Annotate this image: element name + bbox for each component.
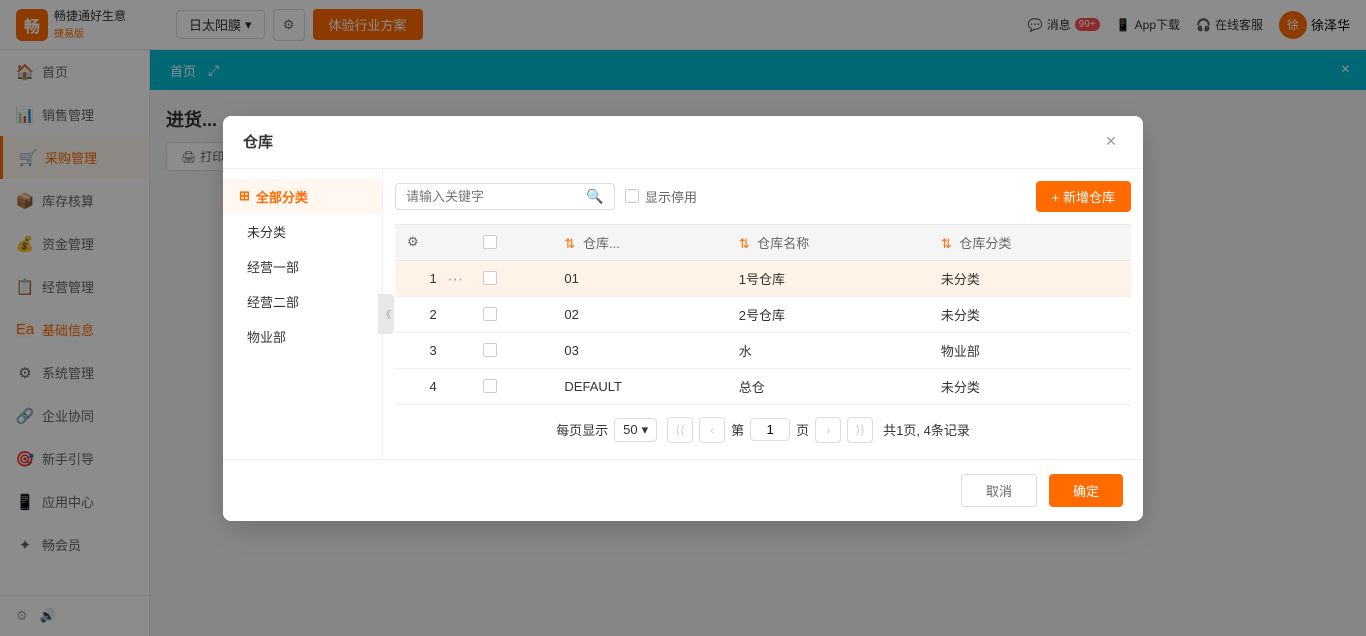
row-select-checkbox[interactable] [483,379,497,393]
per-page-arrow: ▾ [642,422,649,438]
per-page-value: 50 [623,422,637,437]
table-row[interactable]: 3 03 水 物业部 [395,332,1131,368]
category-item-ops1[interactable]: 经营一部 [223,249,382,284]
row-select-checkbox[interactable] [483,271,497,285]
page-input[interactable] [750,418,790,441]
warehouse-table: ⚙ ⇅ 仓库... ⇅ [395,224,1131,405]
prev-icon: ‹ [710,423,714,437]
category-all-label: 全部分类 [256,187,308,206]
row-name: 2号仓库 [727,296,929,332]
col-header-category[interactable]: ⇅ 仓库分类 [929,224,1131,260]
row-checkbox[interactable] [471,332,552,368]
confirm-button[interactable]: 确定 [1049,474,1123,507]
pagination-summary: 共1页, 4条记录 [883,420,970,439]
col-label-category: 仓库分类 [959,236,1011,251]
content-panel: 🔍 显示停用 + 新增仓库 ⚙ [383,169,1143,459]
row-action-dots[interactable]: ··· [447,271,463,289]
row-category: 未分类 [929,368,1131,404]
next-page-button[interactable]: › [815,417,841,443]
warehouse-table-wrapper: ⚙ ⇅ 仓库... ⇅ [395,224,1131,405]
per-page-label: 每页显示 [556,420,608,439]
prev-page-button[interactable]: ‹ [699,417,725,443]
category-panel: ⊞ 全部分类 未分类 经营一部 经营二部 物业部 《 [223,169,383,459]
sort-icon-name: ⇅ [739,236,750,251]
category-all-item[interactable]: ⊞ 全部分类 [223,179,382,214]
category-item-ops2[interactable]: 经营二部 [223,284,382,319]
show-disabled-checkbox[interactable] [625,189,639,203]
row-code: 03 [552,332,726,368]
row-actions[interactable]: 4 [395,368,471,404]
cat-label-1: 经营一部 [247,260,299,275]
search-box[interactable]: 🔍 [395,183,615,210]
row-actions[interactable]: 3 [395,332,471,368]
modal-header: 仓库 × [223,116,1143,169]
per-page-select[interactable]: 50 ▾ [614,418,657,442]
sort-icon-code: ⇅ [564,236,575,251]
row-category: 未分类 [929,260,1131,296]
modal-footer: 取消 确定 [223,459,1143,521]
modal-close-button[interactable]: × [1099,130,1123,154]
add-warehouse-button[interactable]: + 新增仓库 [1036,181,1131,212]
modal-body: ⊞ 全部分类 未分类 经营一部 经营二部 物业部 《 [223,169,1143,459]
last-icon: ⟩⟩ [855,423,864,437]
col-header-checkbox [471,224,552,260]
col-label-name: 仓库名称 [757,236,809,251]
row-code: 02 [552,296,726,332]
modal-overlay: 仓库 × ⊞ 全部分类 未分类 经营一部 经营二部 [0,0,1366,636]
table-row[interactable]: 2 02 2号仓库 未分类 [395,296,1131,332]
first-page-button[interactable]: ⟨⟨ [667,417,693,443]
modal-toolbar-row: 🔍 显示停用 + 新增仓库 [395,181,1131,212]
cat-label-0: 未分类 [247,225,286,240]
pagination-row: 每页显示 50 ▾ ⟨⟨ ‹ 第 [395,405,1131,447]
warehouse-modal: 仓库 × ⊞ 全部分类 未分类 经营一部 经营二部 [223,116,1143,521]
show-disabled-group[interactable]: 显示停用 [625,187,697,206]
page-size-group: 每页显示 50 ▾ [556,418,657,442]
row-checkbox[interactable] [471,260,552,296]
page-label: 第 [731,420,744,439]
table-row[interactable]: 4 DEFAULT 总仓 未分类 [395,368,1131,404]
col-header-gear: ⚙ [395,224,471,260]
search-input[interactable] [406,189,586,204]
page-suffix: 页 [796,420,809,439]
row-category: 未分类 [929,296,1131,332]
row-category: 物业部 [929,332,1131,368]
row-actions[interactable]: 1 ··· [395,260,471,296]
first-icon: ⟨⟨ [675,423,684,437]
cancel-button[interactable]: 取消 [961,474,1037,507]
last-page-button[interactable]: ⟩⟩ [847,417,873,443]
cat-label-3: 物业部 [247,330,286,345]
show-disabled-label: 显示停用 [645,187,697,206]
row-name: 水 [727,332,929,368]
row-code: DEFAULT [552,368,726,404]
row-select-checkbox[interactable] [483,343,497,357]
row-checkbox[interactable] [471,368,552,404]
category-item-property[interactable]: 物业部 [223,319,382,354]
table-row[interactable]: 1 ··· 01 1号仓库 未分类 [395,260,1131,296]
row-select-checkbox[interactable] [483,307,497,321]
row-name: 1号仓库 [727,260,929,296]
category-item-unclassified[interactable]: 未分类 [223,214,382,249]
row-checkbox[interactable] [471,296,552,332]
page-navigation: ⟨⟨ ‹ 第 页 › ⟩⟩ [667,417,873,443]
col-header-code[interactable]: ⇅ 仓库... [552,224,726,260]
row-name: 总仓 [727,368,929,404]
row-actions[interactable]: 2 [395,296,471,332]
col-header-name[interactable]: ⇅ 仓库名称 [727,224,929,260]
sort-icon-category: ⇅ [941,236,952,251]
collapse-icon: 《 [381,306,391,321]
cat-label-2: 经营二部 [247,295,299,310]
next-icon: › [826,423,830,437]
col-label-code: 仓库... [583,236,620,251]
select-all-checkbox[interactable] [483,235,497,249]
grid-icon: ⊞ [239,188,250,204]
search-icon[interactable]: 🔍 [586,188,603,205]
collapse-panel-button[interactable]: 《 [378,294,394,334]
modal-title: 仓库 [243,131,273,152]
row-code: 01 [552,260,726,296]
